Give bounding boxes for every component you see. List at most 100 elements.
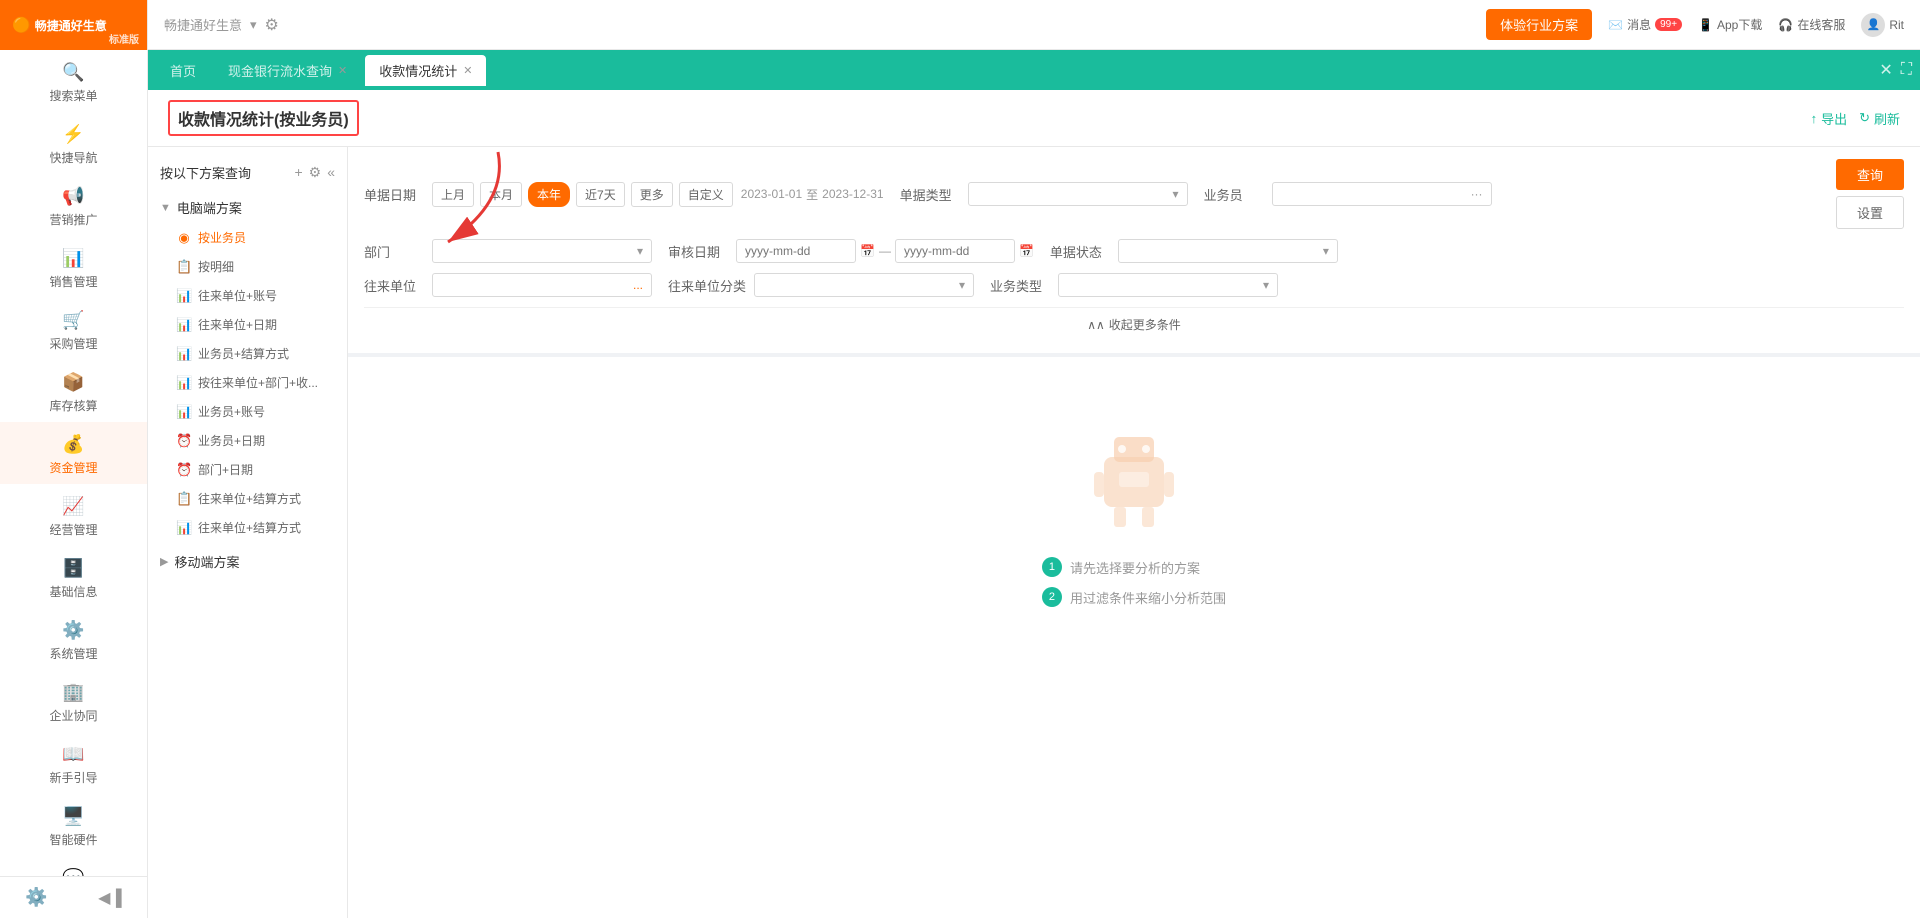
step-1-text: 请先选择要分析的方案 [1070,558,1200,577]
tab-collection-stats-label: 收款情况统计 [379,61,457,80]
sidebar-item-label: 经营管理 [49,521,97,538]
scheme-group-mobile-label: 移动端方案 [174,552,239,571]
collapse-sidebar-icon[interactable]: ◀▐ [98,888,122,908]
tab-maximize-icon[interactable]: ⛶ [1901,61,1912,79]
sidebar-item-basicinfo[interactable]: 🗄️ 基础信息 [0,546,147,608]
date-btn-custom[interactable]: 自定义 [679,182,733,207]
sidebar-item-enterprise[interactable]: 🏢 企业协同 [0,670,147,732]
settings-footer-icon[interactable]: ⚙️ [25,887,47,908]
date-btn-last-7days[interactable]: 近7天 [576,182,625,207]
scheme-item-detail[interactable]: 📋 按明细 [148,252,347,281]
page-wrapper: 收款情况统计(按业务员) ↑ 导出 ↻ 刷新 [148,90,1920,918]
add-scheme-icon[interactable]: + [294,164,302,181]
refresh-btn[interactable]: ↻ 刷新 [1859,109,1900,128]
purchase-icon: 🛒 [62,310,84,331]
sidebar-item-system[interactable]: ⚙️ 系统管理 [0,608,147,670]
app-logo: 🟠 畅捷通好生意 标准版 [0,0,147,50]
user-name[interactable]: 👤 Rit [1861,13,1904,37]
date-btn-last-month[interactable]: 上月 [432,182,474,207]
scheme-group-mobile-header[interactable]: ▶ 移动端方案 [148,546,347,577]
unit-more-icon[interactable]: ... [633,278,643,292]
date-btn-this-month[interactable]: 本月 [480,182,522,207]
app-download-btn[interactable]: 📱 App下载 [1698,16,1762,33]
collapse-more-btn[interactable]: ∧∧ 收起更多条件 [364,307,1904,341]
sidebar-item-inventory[interactable]: 📦 库存核算 [0,360,147,422]
settings-btn[interactable]: 设置 [1836,196,1904,229]
quicknav-icon: ⚡ [62,124,84,145]
sidebar-item-wechat[interactable]: 💬 企业微信 [0,856,147,876]
scheme-item-unit-account[interactable]: 📊 往来单位+账号 [148,281,347,310]
tabbar: 首页 现金银行流水查询 ✕ 收款情况统计 ✕ ✕ ⛶ [148,50,1920,90]
sidebar-item-sales[interactable]: 📊 销售管理 [0,236,147,298]
sidebar-item-guide[interactable]: 📖 新手引导 [0,732,147,794]
filter-row-2: 部门 ▾ 审核日期 📅 [364,239,1904,263]
tab-bank-flow-close[interactable]: ✕ [338,64,347,77]
settings-scheme-icon[interactable]: ⚙ [309,164,322,181]
empty-area: 1 请先选择要分析的方案 2 用过滤条件来缩小分析范围 [348,357,1920,918]
sidebar-item-finance[interactable]: 💰 资金管理 [0,422,147,484]
salesperson-label: 业务员 [1204,185,1264,204]
unit-select[interactable]: ... [432,273,652,297]
breadcrumb-dropdown-icon[interactable]: ▾ [250,17,257,33]
message-badge: 99+ [1655,18,1682,31]
scheme-label-unit-calc1: 往来单位+结算方式 [198,490,301,507]
industry-btn[interactable]: 体验行业方案 [1486,9,1592,40]
tab-collection-stats[interactable]: 收款情况统计 ✕ [365,55,486,86]
date-btn-this-year[interactable]: 本年 [528,182,570,207]
tab-collection-stats-close[interactable]: ✕ [463,64,472,77]
online-service-btn[interactable]: 🎧 在线客服 [1778,16,1845,33]
sidebar-item-label: 销售管理 [49,273,97,290]
sidebar-item-operations[interactable]: 📈 经营管理 [0,484,147,546]
sidebar-item-marketing[interactable]: 📢 营销推广 [0,174,147,236]
sidebar-item-label: 搜索菜单 [49,87,97,104]
date-range: 2023-01-01 至 2023-12-31 [741,186,884,203]
scheme-item-salesperson-account[interactable]: 📊 业务员+账号 [148,397,347,426]
scheme-item-dept-date[interactable]: ⏰ 部门+日期 [148,455,347,484]
sidebar-item-label: 企业协同 [49,707,97,724]
doc-status-select[interactable]: ▾ [1118,239,1338,263]
dept-select[interactable]: ▾ [432,239,652,263]
sidebar-item-quicknav[interactable]: ⚡ 快捷导航 [0,112,147,174]
scheme-item-salesperson-date[interactable]: ⏰ 业务员+日期 [148,426,347,455]
tab-bank-flow[interactable]: 现金银行流水查询 ✕ [214,55,361,86]
sidebar-item-label: 新手引导 [49,769,97,786]
sidebar-item-label: 库存核算 [49,397,97,414]
tab-close-all-icon[interactable]: ✕ [1879,60,1892,80]
unit-category-select[interactable]: ▾ [754,273,974,297]
group-arrow-right: ▶ [160,555,168,568]
unit-category-label: 往来单位分类 [668,276,746,295]
query-btn[interactable]: 查询 [1836,159,1904,190]
biz-type-select[interactable]: ▾ [1058,273,1278,297]
date-btn-more[interactable]: 更多 [631,182,673,207]
audit-date-sep: — [879,244,891,258]
export-btn[interactable]: ↑ 导出 [1811,109,1848,128]
wechat-icon: 💬 [62,868,84,876]
scheme-group-desktop-label: 电脑端方案 [177,198,242,217]
tab-home[interactable]: 首页 [156,55,210,86]
page-title: 收款情况统计(按业务员) [178,112,349,129]
sidebar-item-purchase[interactable]: 🛒 采购管理 [0,298,147,360]
empty-illustration [1074,417,1194,537]
left-panel-title: 按以下方案查询 [160,163,251,182]
scheme-item-unit-calc2[interactable]: 📊 往来单位+结算方式 [148,513,347,542]
messages-btn[interactable]: ✉️ 消息 99+ [1608,16,1682,33]
salesperson-select[interactable]: ··· [1272,182,1492,206]
scheme-item-unit-date[interactable]: 📊 往来单位+日期 [148,310,347,339]
scheme-item-unit-dept-collect[interactable]: 📊 按往来单位+部门+收... [148,368,347,397]
user-avatar: 👤 [1861,13,1885,37]
doc-type-filter: 单据类型 ▾ [900,182,1188,206]
audit-date-from[interactable] [736,239,856,263]
calendar-icon-from[interactable]: 📅 [860,244,875,258]
audit-date-to[interactable] [895,239,1015,263]
scheme-icon-unit-calc2: 📊 [176,520,192,536]
sidebar-item-hardware[interactable]: 🖥️ 智能硬件 [0,794,147,856]
collapse-panel-icon[interactable]: « [327,164,335,181]
scheme-group-desktop-header[interactable]: ▼ 电脑端方案 [148,192,347,223]
calendar-icon-to[interactable]: 📅 [1019,244,1034,258]
sidebar-item-search[interactable]: 🔍 搜索菜单 [0,50,147,112]
topbar-settings-icon[interactable]: ⚙ [265,15,279,35]
scheme-item-salesperson-calc[interactable]: 📊 业务员+结算方式 [148,339,347,368]
scheme-item-unit-calc1[interactable]: 📋 往来单位+结算方式 [148,484,347,513]
scheme-item-salesperson[interactable]: ◉ 按业务员 [148,223,347,252]
doc-type-select[interactable]: ▾ [968,182,1188,206]
